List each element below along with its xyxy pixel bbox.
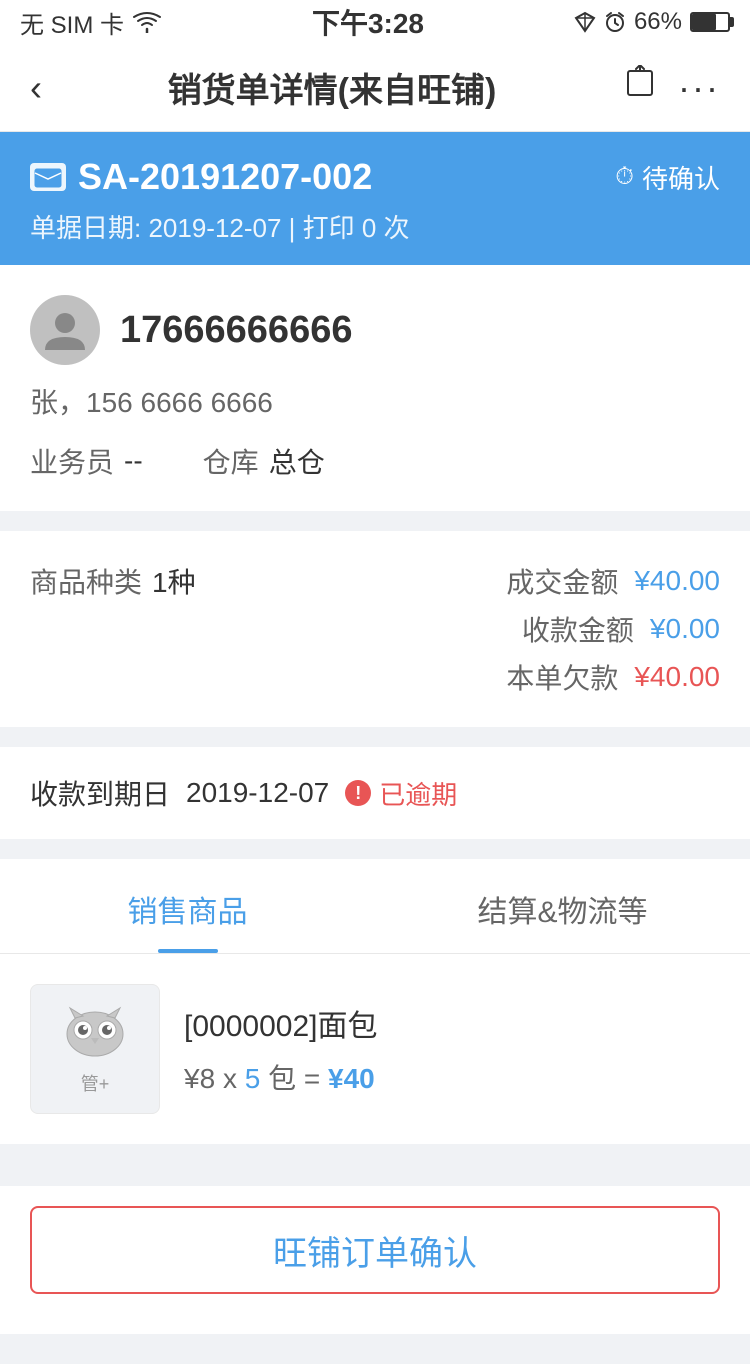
- customer-name: 张，156 6666 6666: [30, 381, 720, 421]
- tab-sales-goods[interactable]: 销售商品: [0, 859, 375, 953]
- alarm-icon: [604, 11, 626, 33]
- warehouse-value: 总仓: [269, 441, 325, 481]
- more-icon[interactable]: ···: [678, 67, 720, 109]
- customer-meta: 业务员 -- 仓库 总仓: [30, 441, 720, 481]
- status-right: 66%: [574, 8, 730, 36]
- owed-amount-value: ¥40.00: [634, 661, 720, 693]
- product-thumbnail: 管+: [30, 984, 160, 1114]
- summary-section: 商品种类 1种 成交金额 ¥40.00 收款金额 ¥0.00 本单欠款 ¥40.…: [0, 531, 750, 727]
- page-title: 销货单详情(来自旺铺): [168, 63, 497, 112]
- nav-actions: ···: [622, 65, 720, 110]
- overdue-badge: ! 已逾期: [345, 775, 457, 812]
- sales-rep-item: 业务员 --: [30, 441, 143, 481]
- avatar: [30, 295, 100, 365]
- price-per-unit: ¥8: [184, 1063, 215, 1094]
- tabs-section: 销售商品 结算&物流等: [0, 859, 750, 1144]
- received-amount-value: ¥0.00: [650, 613, 720, 645]
- order-header-top: SA-20191207-002 ⏱ 待确认: [30, 156, 720, 198]
- received-amount-row: 收款金额 ¥0.00: [522, 609, 720, 649]
- total-value: ¥40: [328, 1063, 375, 1094]
- owed-amount-label: 本单欠款: [506, 657, 618, 697]
- sales-rep-label: 业务员: [30, 441, 114, 481]
- owl-logo-icon: [55, 1002, 135, 1062]
- product-info: [0000002]面包 ¥8 x 5 包 = ¥40: [184, 1001, 720, 1097]
- deal-amount-row: 成交金额 ¥40.00: [506, 561, 720, 601]
- share-icon[interactable]: [622, 65, 658, 110]
- status-bar: 无 SIM 卡 下午3:28 66%: [0, 0, 750, 44]
- location-icon: [574, 11, 596, 33]
- overdue-dot-icon: !: [345, 780, 371, 806]
- product-thumb-inner: 管+: [55, 1002, 135, 1096]
- product-name: [0000002]面包: [184, 1001, 720, 1045]
- bottom-bar: 旺铺订单确认: [0, 1186, 750, 1334]
- product-price-row: ¥8 x 5 包 = ¥40: [184, 1057, 720, 1097]
- warehouse-label: 仓库: [203, 441, 259, 481]
- nav-bar: ‹ 销货单详情(来自旺铺) ···: [0, 44, 750, 132]
- customer-phone: 17666666666: [120, 309, 352, 352]
- customer-section: 17666666666 张，156 6666 6666 业务员 -- 仓库 总仓: [0, 265, 750, 511]
- product-types-label: 商品种类: [30, 561, 142, 601]
- deal-amount-value: ¥40.00: [634, 565, 720, 597]
- received-amount-label: 收款金额: [522, 609, 634, 649]
- deal-amount-label: 成交金额: [506, 561, 618, 601]
- clock-icon: ⏱: [615, 163, 634, 191]
- carrier-text: 无 SIM 卡: [20, 5, 124, 40]
- confirm-order-button[interactable]: 旺铺订单确认: [30, 1206, 720, 1294]
- time-display: 下午3:28: [312, 2, 424, 42]
- qty-value: 5: [245, 1063, 261, 1094]
- logo-text: 管+: [81, 1070, 110, 1096]
- order-date-info: 单据日期: 2019-12-07 | 打印 0 次: [30, 208, 720, 245]
- price-separator: x: [223, 1063, 245, 1094]
- product-types-value: 1种: [152, 561, 196, 601]
- owed-amount-row: 本单欠款 ¥40.00: [506, 657, 720, 697]
- tabs-header: 销售商品 结算&物流等: [0, 859, 750, 954]
- back-button[interactable]: ‹: [30, 67, 42, 109]
- sales-rep-value: --: [124, 445, 143, 477]
- tab-settlement[interactable]: 结算&物流等: [375, 859, 750, 953]
- customer-top: 17666666666: [30, 295, 720, 365]
- warehouse-item: 仓库 总仓: [203, 441, 325, 481]
- order-status: ⏱ 待确认: [615, 159, 720, 196]
- due-date-value: 2019-12-07: [186, 777, 329, 809]
- summary-left: 商品种类 1种: [30, 561, 196, 601]
- product-item: 管+ [0000002]面包 ¥8 x 5 包 = ¥40: [0, 954, 750, 1144]
- overdue-text: 已逾期: [379, 775, 457, 812]
- order-header-card: SA-20191207-002 ⏱ 待确认 单据日期: 2019-12-07 |…: [0, 132, 750, 265]
- battery-percent: 66%: [634, 8, 682, 36]
- status-text: 待确认: [642, 159, 720, 196]
- unit-label: 包: [268, 1063, 296, 1094]
- status-left: 无 SIM 卡: [20, 5, 162, 40]
- order-id: SA-20191207-002: [30, 156, 372, 198]
- due-date-label: 收款到期日: [30, 773, 170, 813]
- battery-icon: [690, 12, 730, 32]
- order-icon: [30, 163, 66, 191]
- wifi-icon: [132, 11, 162, 33]
- summary-right: 成交金额 ¥40.00 收款金额 ¥0.00 本单欠款 ¥40.00: [506, 561, 720, 697]
- equals-sign: =: [304, 1063, 328, 1094]
- due-date-section: 收款到期日 2019-12-07 ! 已逾期: [0, 747, 750, 839]
